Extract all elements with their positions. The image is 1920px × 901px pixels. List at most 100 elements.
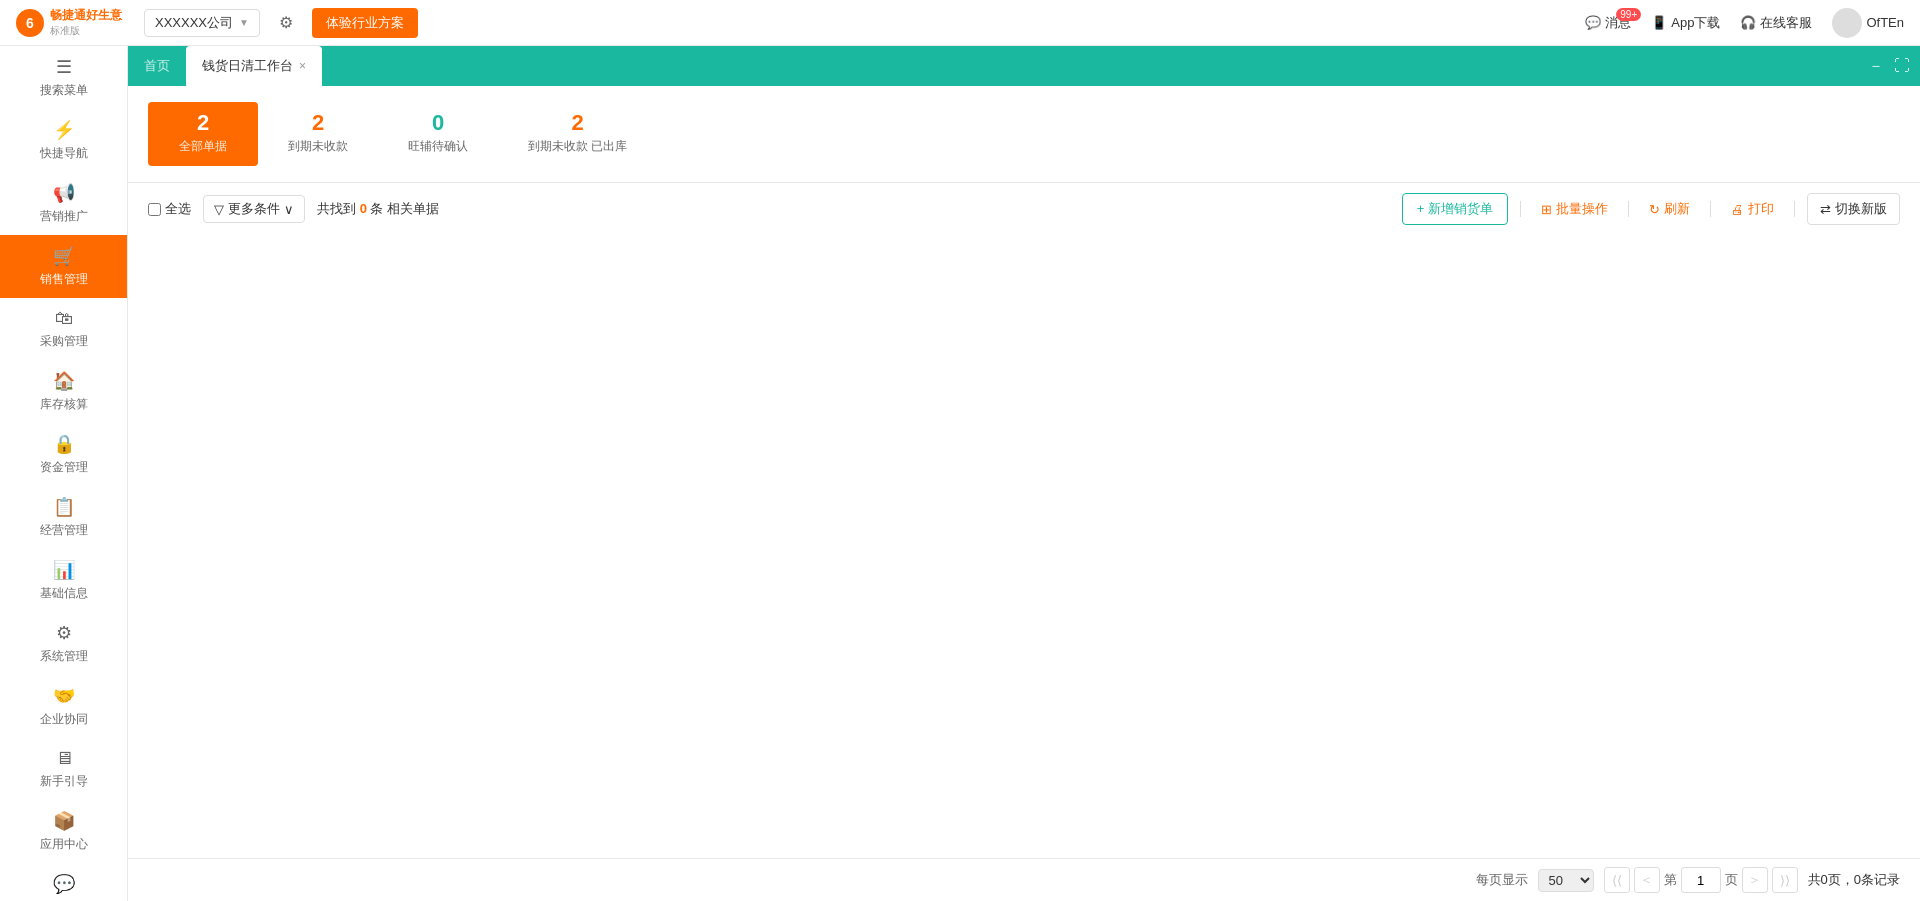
switch-icon: ⇄ <box>1820 202 1831 217</box>
page-content: 2 全部单据 2 到期未收款 0 旺辅待确认 2 到期未收款 已出库 <box>128 86 1920 901</box>
sidebar-item-app-center[interactable]: 📦 应用中心 <box>0 800 127 863</box>
inventory-icon: 🏠 <box>53 370 75 392</box>
username-display: OfTEn <box>1866 15 1904 30</box>
refresh-button[interactable]: ↻ 刷新 <box>1641 196 1698 222</box>
stat-card-overdue-out[interactable]: 2 到期未收款 已出库 <box>498 102 657 166</box>
tab-actions: － ⛶ <box>1868 56 1920 77</box>
page-total: 共0页，0条记录 <box>1808 871 1900 889</box>
sidebar-item-operations[interactable]: 📋 经营管理 <box>0 486 127 549</box>
stat-num-pending: 0 <box>432 110 444 136</box>
batch-label: 批量操作 <box>1556 200 1608 218</box>
company-selector[interactable]: XXXXXX公司 ▼ <box>144 9 260 37</box>
sidebar-label-search-menu: 搜索菜单 <box>40 82 88 99</box>
sidebar-item-cooperation[interactable]: 🤝 企业协同 <box>0 675 127 738</box>
sidebar-item-search-menu[interactable]: ☰ 搜索菜单 <box>0 46 127 109</box>
page-size-select[interactable]: 10 20 50 100 <box>1538 869 1594 892</box>
refresh-icon: ↻ <box>1649 202 1660 217</box>
marketing-icon: 📢 <box>53 182 75 204</box>
settings-button[interactable]: ⚙ <box>270 7 302 39</box>
select-all-input[interactable] <box>148 203 161 216</box>
page-last-button[interactable]: ⟩⟩ <box>1772 867 1798 893</box>
trial-button[interactable]: 体验行业方案 <box>312 8 418 38</box>
page-next-button[interactable]: ＞ <box>1742 867 1768 893</box>
print-icon: 🖨 <box>1731 202 1744 217</box>
filter-icon: ▽ <box>214 202 224 217</box>
stat-card-all[interactable]: 2 全部单据 <box>148 102 258 166</box>
page-first-button[interactable]: ⟨⟨ <box>1604 867 1630 893</box>
tab-maximize-button[interactable]: ⛶ <box>1894 57 1910 75</box>
toolbar-right: + 新增销货单 ⊞ 批量操作 ↻ 刷新 🖨 打印 <box>1402 193 1900 225</box>
tab-active[interactable]: 钱货日清工作台 × <box>186 46 322 86</box>
refresh-label: 刷新 <box>1664 200 1690 218</box>
app-center-icon: 📦 <box>53 810 75 832</box>
sidebar-item-purchase[interactable]: 🛍 采购管理 <box>0 298 127 360</box>
sidebar-item-inventory[interactable]: 🏠 库存核算 <box>0 360 127 423</box>
new-sale-label: + 新增销货单 <box>1417 200 1493 218</box>
online-service-button[interactable]: 🎧 在线客服 <box>1740 14 1812 32</box>
sidebar-item-base-info[interactable]: 📊 基础信息 <box>0 549 127 612</box>
app-download-button[interactable]: 📱 App下载 <box>1651 14 1720 32</box>
purchase-icon: 🛍 <box>55 308 73 329</box>
stat-label-pending: 旺辅待确认 <box>408 138 468 155</box>
select-all-checkbox[interactable]: 全选 <box>148 200 191 218</box>
stat-label-overdue-out: 到期未收款 已出库 <box>528 138 627 155</box>
stats-bar: 2 全部单据 2 到期未收款 0 旺辅待确认 2 到期未收款 已出库 <box>128 86 1920 182</box>
filter-button[interactable]: ▽ 更多条件 ∨ <box>203 195 305 223</box>
wechat-icon: 💬 <box>53 873 75 895</box>
tab-minimize-button[interactable]: － <box>1868 56 1884 77</box>
avatar <box>1832 8 1862 38</box>
download-icon: 📱 <box>1651 15 1667 30</box>
stat-num-overdue-out: 2 <box>572 110 584 136</box>
logo-icon: 6 <box>16 9 44 37</box>
tab-home[interactable]: 首页 <box>128 46 186 86</box>
stat-num-overdue: 2 <box>312 110 324 136</box>
company-name: XXXXXX公司 <box>155 14 233 32</box>
tab-active-label: 钱货日清工作台 <box>202 57 293 75</box>
content-area: 首页 钱货日清工作台 × － ⛶ 2 全部单据 2 到期未收款 <box>128 46 1920 901</box>
stat-card-pending[interactable]: 0 旺辅待确认 <box>378 102 498 166</box>
sidebar-item-finance[interactable]: 🔒 资金管理 <box>0 423 127 486</box>
sidebar-label-operations: 经营管理 <box>40 522 88 539</box>
sidebar-label-purchase: 采购管理 <box>40 333 88 350</box>
tab-home-label: 首页 <box>144 57 170 75</box>
user-avatar-area[interactable]: OfTEn <box>1832 8 1904 38</box>
operations-icon: 📋 <box>53 496 75 518</box>
stat-card-overdue[interactable]: 2 到期未收款 <box>258 102 378 166</box>
logo-text: 畅捷通好生意 标准版 <box>50 8 122 37</box>
page-prev-button[interactable]: ＜ <box>1634 867 1660 893</box>
messages-button[interactable]: 💬 消息 99+ <box>1585 14 1631 32</box>
sidebar-item-marketing[interactable]: 📢 营销推广 <box>0 172 127 235</box>
print-button[interactable]: 🖨 打印 <box>1723 196 1782 222</box>
service-icon: 🎧 <box>1740 15 1756 30</box>
switch-version-button[interactable]: ⇄ 切换新版 <box>1807 193 1900 225</box>
sidebar-item-sales[interactable]: 🛒 销售管理 <box>0 235 127 298</box>
batch-icon: ⊞ <box>1541 202 1552 217</box>
base-info-icon: 📊 <box>53 559 75 581</box>
filter-label: 更多条件 <box>228 200 280 218</box>
main-layout: ☰ 搜索菜单 ⚡ 快捷导航 📢 营销推广 🛒 销售管理 🛍 采购管理 🏠 库存核… <box>0 46 1920 901</box>
page-info-suffix: 页 <box>1725 871 1738 889</box>
sidebar-label-marketing: 营销推广 <box>40 208 88 225</box>
page-size-label: 每页显示 <box>1476 871 1528 889</box>
sidebar-item-system[interactable]: ⚙ 系统管理 <box>0 612 127 675</box>
new-sale-button[interactable]: + 新增销货单 <box>1402 193 1508 225</box>
toolbar-divider-1 <box>1520 201 1521 217</box>
tab-close-button[interactable]: × <box>299 59 306 73</box>
sidebar-item-guide[interactable]: 🖥 新手引导 <box>0 738 127 800</box>
stat-num-all: 2 <box>197 110 209 136</box>
toolbar-divider-2 <box>1628 201 1629 217</box>
sidebar: ☰ 搜索菜单 ⚡ 快捷导航 📢 营销推广 🛒 销售管理 🛍 采购管理 🏠 库存核… <box>0 46 128 901</box>
cooperation-icon: 🤝 <box>53 685 75 707</box>
tab-bar: 首页 钱货日清工作台 × － ⛶ <box>128 46 1920 86</box>
sidebar-item-wechat[interactable]: 💬 企业微信 <box>0 863 127 901</box>
online-service-label: 在线客服 <box>1760 14 1812 32</box>
toolbar: 全选 ▽ 更多条件 ∨ 共找到 0 条 相关单据 <box>128 182 1920 235</box>
found-count: 0 <box>360 201 367 216</box>
sidebar-label-finance: 资金管理 <box>40 459 88 476</box>
sidebar-item-quick-nav[interactable]: ⚡ 快捷导航 <box>0 109 127 172</box>
toolbar-divider-3 <box>1710 201 1711 217</box>
page-info-prefix: 第 <box>1664 871 1677 889</box>
batch-operation-button[interactable]: ⊞ 批量操作 <box>1533 196 1616 222</box>
guide-icon: 🖥 <box>55 748 73 769</box>
page-number-input[interactable] <box>1681 867 1721 893</box>
